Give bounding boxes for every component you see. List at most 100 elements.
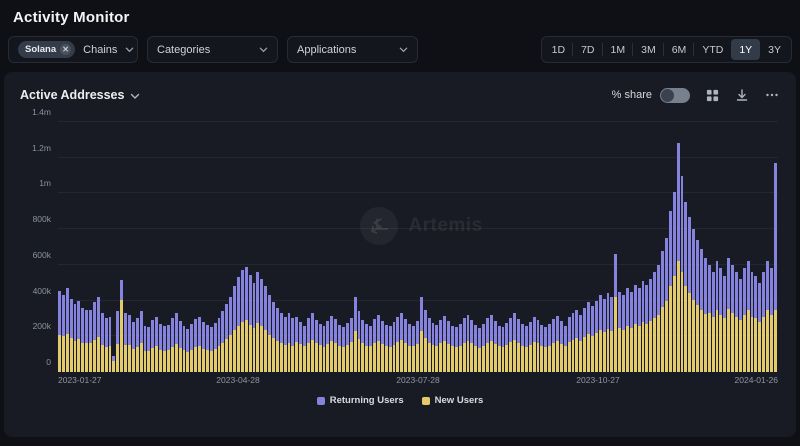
time-range-1y[interactable]: 1Y — [731, 39, 761, 60]
stacked-bar — [415, 122, 419, 372]
stacked-bar — [353, 122, 357, 372]
stacked-bar — [427, 122, 431, 372]
stacked-bar — [345, 122, 349, 372]
stacked-bar — [750, 122, 754, 372]
stacked-bar — [81, 122, 85, 372]
stacked-bar — [746, 122, 750, 372]
stacked-bar — [256, 122, 260, 372]
stacked-bar — [762, 122, 766, 372]
y-axis-tick: 1m — [39, 178, 51, 189]
stacked-bar — [357, 122, 361, 372]
stacked-bar — [400, 122, 404, 372]
stacked-bar — [766, 122, 769, 372]
stacked-bar — [170, 122, 174, 372]
stacked-bar — [450, 122, 454, 372]
stacked-bar — [221, 122, 225, 372]
stacked-bar — [633, 122, 637, 372]
stacked-bar — [314, 122, 318, 372]
stacked-bar — [505, 122, 509, 372]
y-axis-tick: 1.2m — [32, 142, 51, 153]
download-icon[interactable] — [734, 87, 750, 103]
stacked-bar — [536, 122, 540, 372]
stacked-bar — [100, 122, 104, 372]
stacked-bar — [139, 122, 143, 372]
stacked-bar — [497, 122, 501, 372]
categories-dropdown-label: Categories — [157, 43, 211, 56]
stacked-bar — [731, 122, 734, 372]
stacked-bar — [77, 122, 81, 372]
stacked-bar — [283, 122, 287, 372]
stacked-bar — [517, 122, 520, 372]
stacked-bar — [474, 122, 478, 372]
stacked-bar — [692, 122, 696, 372]
stacked-bar — [723, 122, 727, 372]
stacked-bar — [657, 122, 661, 372]
time-range-ytd[interactable]: YTD — [693, 39, 731, 60]
y-axis-tick: 400k — [32, 285, 51, 296]
stacked-bar — [672, 122, 676, 372]
stacked-bar — [392, 122, 396, 372]
stacked-bar — [552, 122, 555, 372]
stacked-bar — [264, 122, 268, 372]
legend-swatch — [316, 396, 325, 405]
stacked-bar — [754, 122, 758, 372]
stacked-bar — [727, 122, 731, 372]
chip-remove-icon[interactable]: ✕ — [60, 44, 72, 55]
y-axis-tick: 200k — [32, 321, 51, 332]
stacked-bar — [147, 122, 151, 372]
stacked-bar — [571, 122, 575, 372]
stacked-bar — [478, 122, 482, 372]
stacked-bar — [412, 122, 415, 372]
stacked-bar — [758, 122, 762, 372]
time-range-7d[interactable]: 7D — [572, 39, 602, 60]
metric-selector[interactable]: Active Addresses — [20, 88, 140, 102]
stacked-bar — [684, 122, 688, 372]
time-range-1d[interactable]: 1D — [544, 39, 573, 60]
ellipsis-icon[interactable] — [764, 87, 780, 103]
stacked-bar — [664, 122, 668, 372]
chart-legend: Returning Users New Users — [20, 395, 780, 406]
stacked-bar — [548, 122, 552, 372]
share-toggle[interactable] — [660, 87, 690, 103]
stacked-bar — [513, 122, 517, 372]
stacked-bar — [688, 122, 692, 372]
stacked-bar — [645, 122, 649, 372]
stacked-bar — [93, 122, 96, 372]
stacked-bar — [303, 122, 306, 372]
stacked-bar — [295, 122, 299, 372]
stacked-bar — [361, 122, 365, 372]
time-range-1m[interactable]: 1M — [601, 39, 634, 60]
applications-dropdown[interactable]: Applications — [287, 36, 418, 63]
categories-dropdown[interactable]: Categories — [147, 36, 278, 63]
time-range-3y[interactable]: 3Y — [760, 39, 789, 60]
plot-area[interactable] — [58, 122, 778, 372]
stacked-bar — [528, 122, 532, 372]
stacked-bar — [322, 122, 326, 372]
chart-panel: Active Addresses % share ⍼ Artemis 0 200… — [4, 72, 796, 437]
stacked-bar — [482, 122, 485, 372]
chains-dropdown-label: Chains — [83, 43, 118, 56]
solana-chip[interactable]: Solana ✕ — [18, 41, 76, 58]
grid-icon[interactable] — [704, 87, 720, 103]
stacked-bar — [287, 122, 291, 372]
stacked-bar — [225, 122, 229, 372]
legend-item-new-users[interactable]: New Users — [421, 395, 483, 406]
app-header: Activity Monitor — [0, 0, 800, 30]
time-range-3m[interactable]: 3M — [632, 39, 664, 60]
stacked-bar — [614, 122, 618, 372]
stacked-bar — [349, 122, 353, 372]
stacked-bar — [209, 122, 213, 372]
time-range-6m[interactable]: 6M — [662, 39, 695, 60]
stacked-bar — [680, 122, 684, 372]
stacked-bar — [240, 122, 244, 372]
stacked-bar — [653, 122, 657, 372]
stacked-bar — [380, 122, 384, 372]
stacked-bar — [104, 122, 108, 372]
legend-item-returning-users[interactable]: Returning Users — [316, 395, 404, 406]
stacked-bar — [233, 122, 236, 372]
stacked-bar — [489, 122, 493, 372]
chart-panel-header: Active Addresses % share — [20, 84, 780, 106]
chains-dropdown[interactable]: Solana ✕ Chains — [8, 36, 138, 63]
stacked-bar — [742, 122, 746, 372]
stacked-bar — [116, 122, 120, 372]
